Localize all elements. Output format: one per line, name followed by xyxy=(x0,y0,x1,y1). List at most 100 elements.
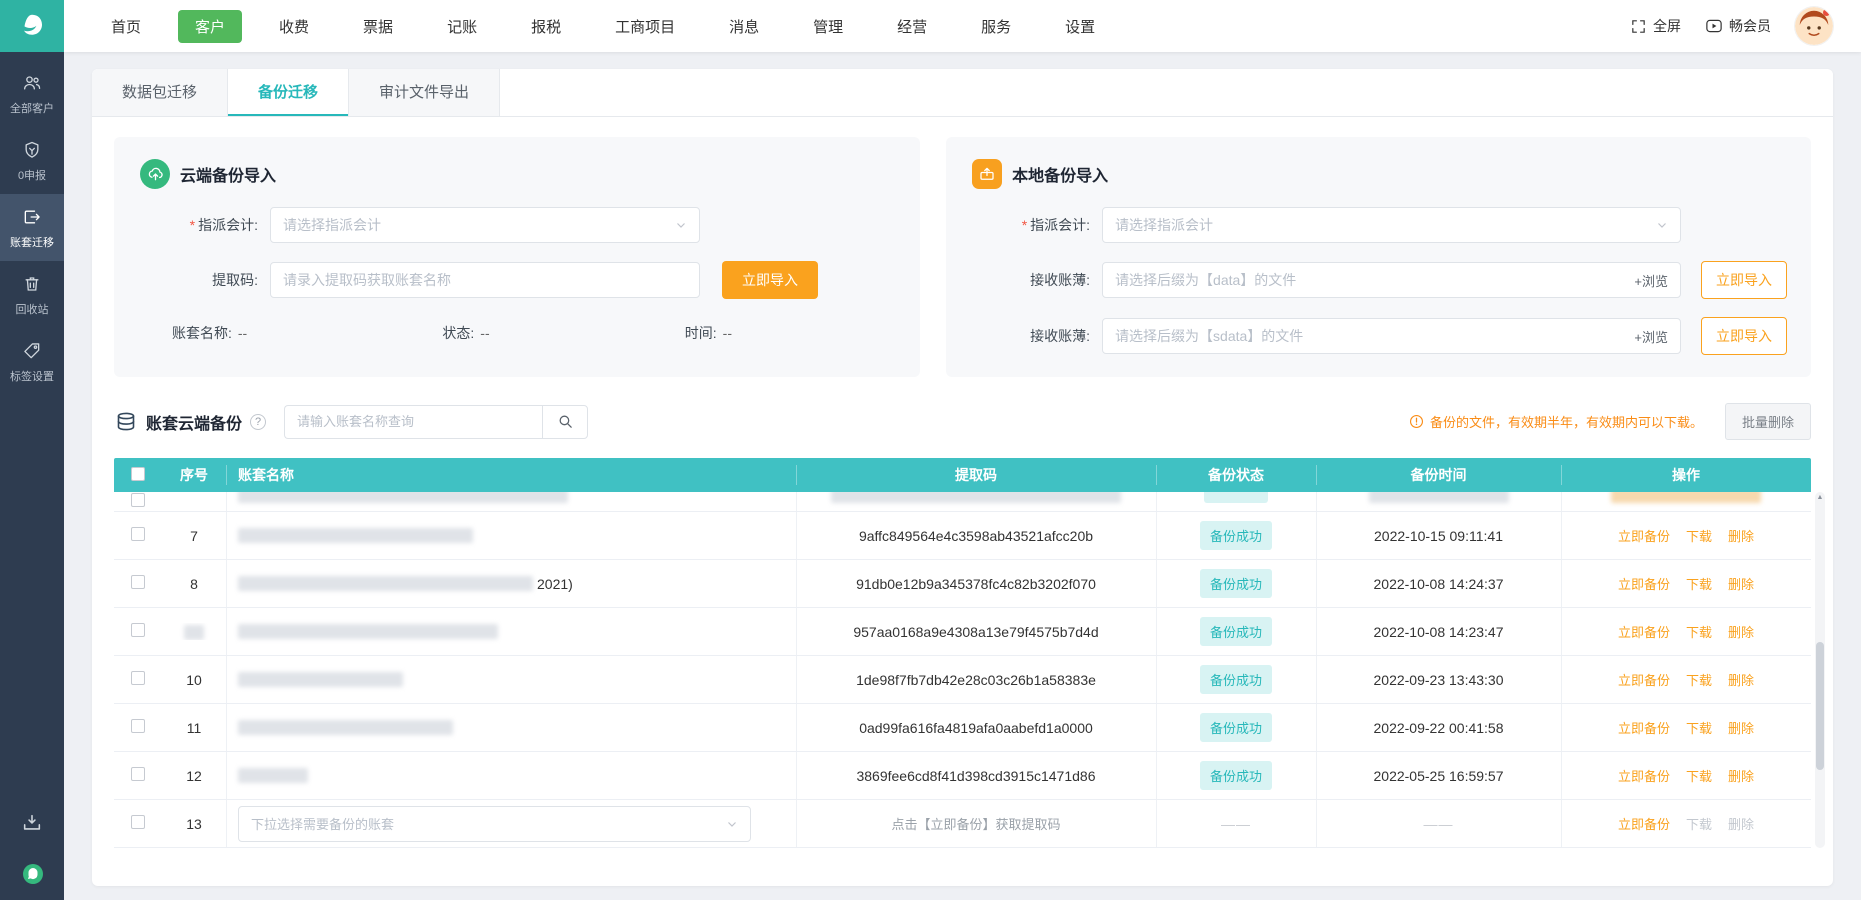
nav-item-settings[interactable]: 设置 xyxy=(1048,10,1112,43)
download-link[interactable]: 下载 xyxy=(1686,670,1712,689)
local-import-button[interactable]: 立即导入 xyxy=(1701,261,1787,299)
status-badge: 备份成功 xyxy=(1199,569,1272,598)
nav-item-management[interactable]: 管理 xyxy=(796,10,860,43)
backup-account-select[interactable]: 下拉选择需要备份的账套 xyxy=(238,805,752,842)
assign-accountant-label: * 指派会计: xyxy=(189,217,258,233)
nav-item-operation[interactable]: 经营 xyxy=(880,10,944,43)
assign-accountant-select[interactable]: 请选择指派会计 xyxy=(1102,207,1681,243)
nav-item-customers[interactable]: 客户 xyxy=(178,9,243,43)
row-checkbox[interactable] xyxy=(131,623,145,637)
table-row: 12 3869fee6cd8f41d398cd3915c1471d86 备份成功… xyxy=(114,752,1811,800)
row-seq: 13 xyxy=(186,815,202,832)
app-logo[interactable] xyxy=(0,0,64,52)
row-account-name xyxy=(226,512,796,559)
sidebar-bottom xyxy=(0,812,64,900)
nav-item-home[interactable]: 首页 xyxy=(94,10,158,43)
row-checkbox[interactable] xyxy=(131,527,145,541)
account-search-input[interactable] xyxy=(284,404,543,439)
chevron-down-icon xyxy=(677,223,685,228)
delete-link[interactable]: 删除 xyxy=(1728,814,1754,833)
sidebar-item-recycle-bin[interactable]: 回收站 xyxy=(0,261,64,328)
extract-code-input[interactable] xyxy=(283,272,687,288)
sidebar-item-all-customers[interactable]: 全部客户 xyxy=(0,60,64,127)
top-nav: 首页 客户 收费 票据 记账 报税 工商项目 消息 管理 经营 服务 设置 全屏 畅会员 xyxy=(64,0,1861,52)
backup-now-link[interactable]: 立即备份 xyxy=(1618,574,1670,593)
user-avatar[interactable] xyxy=(1795,7,1833,45)
receive-books-label: 接收账薄: xyxy=(1030,272,1091,288)
status-badge: 备份成功 xyxy=(1199,521,1272,550)
tab-bar: 数据包迁移 备份迁移 审计文件导出 xyxy=(92,69,1833,117)
sidebar-item-label: 0申报 xyxy=(17,170,47,182)
download-link[interactable]: 下载 xyxy=(1686,622,1712,641)
delete-link[interactable]: 删除 xyxy=(1728,526,1754,545)
scrollbar-thumb[interactable] xyxy=(1816,641,1824,770)
col-code: 提取码 xyxy=(796,465,1156,485)
help-icon[interactable]: ? xyxy=(250,413,267,430)
tab-data-package-migration[interactable]: 数据包迁移 xyxy=(92,69,229,116)
main-content: 数据包迁移 备份迁移 审计文件导出 云端备份导入 * 指派会计: 请选择指派会计… xyxy=(64,52,1861,900)
download-link[interactable]: 下载 xyxy=(1686,814,1712,833)
select-all-checkbox[interactable] xyxy=(131,466,145,481)
tab-backup-migration[interactable]: 备份迁移 xyxy=(228,69,350,116)
row-code: 3869fee6cd8f41d398cd3915c1471d86 xyxy=(796,752,1156,799)
sidebar-item-declarations[interactable]: 0申报 xyxy=(0,127,64,194)
local-import-button[interactable]: 立即导入 xyxy=(1701,317,1787,355)
search-button[interactable] xyxy=(542,404,589,439)
browse-button[interactable]: +浏览 xyxy=(1624,271,1668,290)
delete-link[interactable]: 删除 xyxy=(1728,574,1754,593)
backup-now-link[interactable]: 立即备份 xyxy=(1618,526,1670,545)
delete-link[interactable]: 删除 xyxy=(1728,766,1754,785)
nav-item-invoices[interactable]: 票据 xyxy=(346,10,410,43)
row-checkbox[interactable] xyxy=(131,493,145,507)
migrate-icon xyxy=(22,207,42,227)
table-header-row: 序号 账套名称 提取码 备份状态 备份时间 操作 xyxy=(114,458,1811,492)
tab-audit-file-export[interactable]: 审计文件导出 xyxy=(349,69,501,116)
nav-item-messages[interactable]: 消息 xyxy=(712,10,776,43)
delete-link[interactable]: 删除 xyxy=(1728,622,1754,641)
download-link[interactable]: 下载 xyxy=(1686,766,1712,785)
backup-now-link[interactable]: 立即备份 xyxy=(1618,718,1670,737)
validity-notice: 备份的文件，有效期半年，有效期内可以下载。 xyxy=(1409,412,1703,431)
nav-item-services[interactable]: 服务 xyxy=(964,10,1028,43)
sdata-file-input[interactable] xyxy=(1115,328,1625,344)
warning-icon xyxy=(1409,415,1423,428)
fullscreen-button[interactable]: 全屏 xyxy=(1630,16,1681,36)
backup-now-link[interactable]: 立即备份 xyxy=(1618,766,1670,785)
row-checkbox[interactable] xyxy=(131,719,145,733)
assign-accountant-select[interactable]: 请选择指派会计 xyxy=(270,207,700,243)
download-icon[interactable] xyxy=(21,812,43,834)
cloud-panel-title: 云端备份导入 xyxy=(180,168,277,185)
row-checkbox[interactable] xyxy=(131,575,145,589)
row-checkbox[interactable] xyxy=(131,767,145,781)
row-time: 2022-10-08 14:23:47 xyxy=(1316,608,1561,655)
table-row: 7 9affc849564e4c3598ab43521afcc20b 备份成功 … xyxy=(114,512,1811,560)
row-checkbox[interactable] xyxy=(131,671,145,685)
scroll-up-arrow[interactable]: ▲ xyxy=(1815,494,1825,506)
browse-button[interactable]: +浏览 xyxy=(1624,327,1668,346)
backup-now-link[interactable]: 立即备份 xyxy=(1618,814,1670,833)
sidebar-item-account-migration[interactable]: 账套迁移 xyxy=(0,194,64,261)
row-checkbox[interactable] xyxy=(131,815,145,829)
nav-item-tax-filing[interactable]: 报税 xyxy=(514,10,578,43)
support-icon[interactable] xyxy=(21,862,43,884)
delete-link[interactable]: 删除 xyxy=(1728,718,1754,737)
download-link[interactable]: 下载 xyxy=(1686,526,1712,545)
cloud-import-button[interactable]: 立即导入 xyxy=(722,261,818,299)
nav-item-bookkeeping[interactable]: 记账 xyxy=(430,10,494,43)
row-code: 1de98f7fb7db42e28c03c26b1a58383e xyxy=(796,656,1156,703)
member-button[interactable]: 畅会员 xyxy=(1705,16,1771,36)
batch-delete-button[interactable]: 批量删除 xyxy=(1724,403,1811,440)
row-account-name xyxy=(226,656,796,703)
status-badge: 备份成功 xyxy=(1199,617,1272,646)
delete-link[interactable]: 删除 xyxy=(1728,670,1754,689)
backup-now-link[interactable]: 立即备份 xyxy=(1618,622,1670,641)
data-file-input[interactable] xyxy=(1115,272,1625,288)
download-link[interactable]: 下载 xyxy=(1686,718,1712,737)
backup-now-link[interactable]: 立即备份 xyxy=(1618,670,1670,689)
nav-item-charges[interactable]: 收费 xyxy=(262,10,326,43)
nav-item-business-projects[interactable]: 工商项目 xyxy=(598,10,692,43)
extract-code-label: 提取码: xyxy=(212,272,258,288)
fullscreen-label: 全屏 xyxy=(1653,18,1681,34)
sidebar-item-tag-settings[interactable]: 标签设置 xyxy=(0,328,64,395)
download-link[interactable]: 下载 xyxy=(1686,574,1712,593)
